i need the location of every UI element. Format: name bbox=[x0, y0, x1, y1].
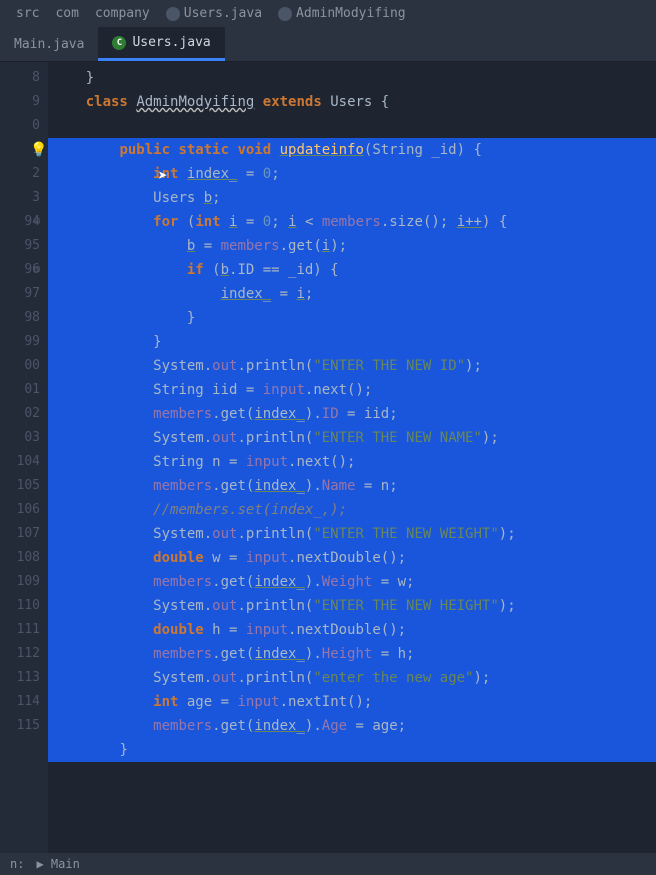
code-line[interactable]: ⊟ for (int i = 0; i < members.size(); i+… bbox=[48, 210, 656, 234]
breadcrumb-item[interactable]: AdminModyifing bbox=[272, 6, 412, 21]
file-icon bbox=[166, 7, 180, 21]
breadcrumb-item[interactable]: com bbox=[49, 6, 84, 21]
code-line[interactable]: System.out.println("ENTER THE NEW NAME")… bbox=[48, 426, 656, 450]
code-line[interactable]: members.get(index_).Height = h; bbox=[48, 642, 656, 666]
code-line[interactable] bbox=[48, 114, 656, 138]
code-line[interactable]: } bbox=[48, 330, 656, 354]
code-line[interactable]: } bbox=[48, 66, 656, 90]
code-line[interactable]: ⊟ if (b.ID == _id) { bbox=[48, 258, 656, 282]
java-class-icon: C bbox=[112, 36, 126, 50]
breadcrumb: src com company Users.java AdminModyifin… bbox=[0, 0, 656, 27]
code-line[interactable]: members.get(index_).Age = age; bbox=[48, 714, 656, 738]
code-line[interactable]: members.get(index_).Name = n; bbox=[48, 474, 656, 498]
code-line[interactable]: System.out.println("ENTER THE NEW HEIGHT… bbox=[48, 594, 656, 618]
code-line[interactable]: members.get(index_).ID = iid; bbox=[48, 402, 656, 426]
code-line[interactable]: members.get(index_).Weight = w; bbox=[48, 570, 656, 594]
editor: 8 901 2394 959697 989900 010203 10410510… bbox=[0, 62, 656, 867]
code-line[interactable]: ➤ int index_ = 0; bbox=[48, 162, 656, 186]
code-area[interactable]: } class AdminModyifing extends Users { 💡… bbox=[48, 62, 656, 867]
intention-bulb-icon[interactable]: 💡 bbox=[30, 138, 47, 162]
code-line[interactable]: int age = input.nextInt(); bbox=[48, 690, 656, 714]
code-line[interactable]: class AdminModyifing extends Users { bbox=[48, 90, 656, 114]
fold-icon[interactable]: ⊟ bbox=[34, 258, 40, 282]
code-line[interactable]: String n = input.next(); bbox=[48, 450, 656, 474]
code-line[interactable]: System.out.println("enter the new age"); bbox=[48, 666, 656, 690]
code-line[interactable]: b = members.get(i); bbox=[48, 234, 656, 258]
code-line[interactable]: System.out.println("ENTER THE NEW WEIGHT… bbox=[48, 522, 656, 546]
breadcrumb-item[interactable]: src bbox=[10, 6, 45, 21]
code-line[interactable]: } bbox=[48, 738, 656, 762]
code-line[interactable] bbox=[48, 762, 656, 786]
breadcrumb-item[interactable]: Users.java bbox=[160, 6, 268, 21]
code-line[interactable]: index_ = i; bbox=[48, 282, 656, 306]
code-line[interactable]: } bbox=[48, 306, 656, 330]
status-bar: n: ▶ Main bbox=[0, 853, 656, 875]
code-line[interactable]: String iid = input.next(); bbox=[48, 378, 656, 402]
class-icon bbox=[278, 7, 292, 21]
tab-users-java[interactable]: C Users.java bbox=[98, 27, 224, 61]
run-config[interactable]: ▶ Main bbox=[36, 857, 79, 871]
fold-icon[interactable]: ⊟ bbox=[34, 210, 40, 234]
code-line[interactable]: //members.set(index_,); bbox=[48, 498, 656, 522]
code-line[interactable]: double w = input.nextDouble(); bbox=[48, 546, 656, 570]
code-line[interactable]: System.out.println("ENTER THE NEW ID"); bbox=[48, 354, 656, 378]
line-gutter: 8 901 2394 959697 989900 010203 10410510… bbox=[0, 62, 48, 867]
code-line[interactable]: Users b; bbox=[48, 186, 656, 210]
code-line[interactable]: double h = input.nextDouble(); bbox=[48, 618, 656, 642]
breadcrumb-item[interactable]: company bbox=[89, 6, 156, 21]
status-label: n: bbox=[10, 857, 24, 871]
tab-bar: Main.java C Users.java bbox=[0, 27, 656, 62]
tab-main-java[interactable]: Main.java bbox=[0, 27, 98, 61]
code-line[interactable]: 💡 public static void updateinfo(String _… bbox=[48, 138, 656, 162]
